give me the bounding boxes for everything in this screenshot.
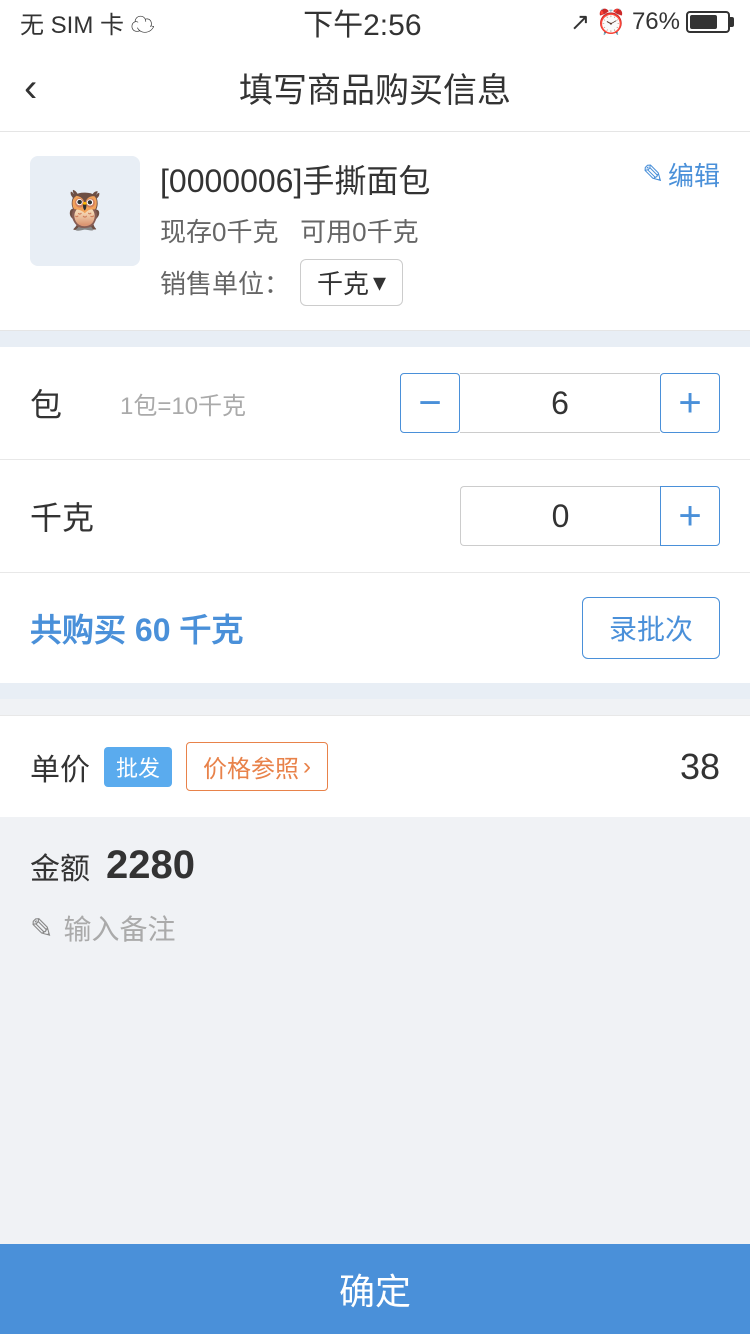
unit-select[interactable]: 千克 ▾ xyxy=(300,259,403,306)
edit-icon: ✎ xyxy=(642,159,664,190)
remark-row[interactable]: ✎ 输入备注 xyxy=(30,908,720,968)
separator-2 xyxy=(0,683,750,699)
total-unit-text: 千克 xyxy=(179,612,243,648)
status-right: ↗ ⏰ 76% xyxy=(570,8,730,37)
unit-dropdown-icon: ▾ xyxy=(373,267,386,298)
product-image: 🦉 xyxy=(30,156,140,266)
product-name: [0000006]手撕面包 xyxy=(160,156,622,202)
location-icon: ↗ xyxy=(570,8,590,37)
kg-label: 千克 xyxy=(30,493,110,539)
status-time: 下午2:56 xyxy=(303,0,421,44)
bao-hint: 1包=10千克 xyxy=(120,386,400,421)
total-prefix: 共购买 xyxy=(30,612,126,648)
stock-available: 可用0千克 xyxy=(300,217,418,247)
bao-plus-button[interactable]: + xyxy=(660,373,720,433)
confirm-button[interactable]: 确定 xyxy=(0,1244,750,1334)
edit-button[interactable]: ✎ 编辑 xyxy=(642,156,720,193)
amount-row: 金额 2280 xyxy=(30,843,720,888)
price-tag: 批发 xyxy=(104,747,172,787)
price-ref-button[interactable]: 价格参照 › xyxy=(186,742,328,791)
kg-qty-control: + xyxy=(460,486,720,546)
amount-label: 金额 xyxy=(30,844,90,888)
edit-label: 编辑 xyxy=(668,156,720,193)
bao-qty-control: − + xyxy=(400,373,720,433)
unit-label: 销售单位： xyxy=(160,264,290,301)
kg-plus-button[interactable]: + xyxy=(660,486,720,546)
alarm-icon: ⏰ xyxy=(596,8,626,37)
bao-minus-button[interactable]: − xyxy=(400,373,460,433)
price-ref-icon: › xyxy=(303,753,311,781)
price-label: 单价 xyxy=(30,745,90,789)
kg-row: 千克 + xyxy=(0,460,750,573)
batch-button[interactable]: 录批次 xyxy=(582,597,720,659)
bao-label: 包 xyxy=(30,380,110,426)
bao-input[interactable] xyxy=(460,373,660,433)
product-info: [0000006]手撕面包 现存0千克 可用0千克 销售单位： 千克 ▾ xyxy=(160,156,622,306)
total-row: 共购买 60 千克 录批次 xyxy=(0,573,750,683)
battery-icon xyxy=(686,11,730,33)
total-amount-value: 60 xyxy=(135,612,171,648)
input-section: 包 1包=10千克 − + 千克 + xyxy=(0,347,750,573)
stock-current: 现存0千克 xyxy=(160,217,278,247)
product-logo: 🦉 xyxy=(61,189,108,233)
product-unit: 销售单位： 千克 ▾ xyxy=(160,259,622,306)
separator-1 xyxy=(0,331,750,347)
battery-percent: 76% xyxy=(632,8,680,36)
price-ref-label: 价格参照 xyxy=(203,749,299,784)
nav-bar: ‹ 填写商品购买信息 xyxy=(0,44,750,132)
price-row: 单价 批发 价格参照 › 38 xyxy=(30,742,720,791)
product-stock: 现存0千克 可用0千克 xyxy=(160,212,622,249)
status-left: 无 SIM 卡 ☁ xyxy=(20,5,155,40)
remark-icon: ✎ xyxy=(30,912,53,945)
back-button[interactable]: ‹ xyxy=(24,68,37,108)
no-sim-text: 无 SIM 卡 ☁ xyxy=(20,5,155,40)
price-section: 单价 批发 价格参照 › 38 xyxy=(0,715,750,817)
status-bar: 无 SIM 卡 ☁ 下午2:56 ↗ ⏰ 76% xyxy=(0,0,750,44)
kg-input[interactable] xyxy=(460,486,660,546)
page-title: 填写商品购买信息 xyxy=(239,63,511,112)
amount-section: 金额 2280 ✎ 输入备注 xyxy=(0,817,750,968)
total-text: 共购买 60 千克 xyxy=(30,605,243,651)
remark-input[interactable]: 输入备注 xyxy=(63,908,175,948)
bao-row: 包 1包=10千克 − + xyxy=(0,347,750,460)
amount-value: 2280 xyxy=(106,843,195,888)
product-card: 🦉 [0000006]手撕面包 现存0千克 可用0千克 销售单位： 千克 ▾ ✎… xyxy=(0,132,750,331)
unit-value: 千克 xyxy=(317,264,369,301)
price-value: 38 xyxy=(680,746,720,788)
